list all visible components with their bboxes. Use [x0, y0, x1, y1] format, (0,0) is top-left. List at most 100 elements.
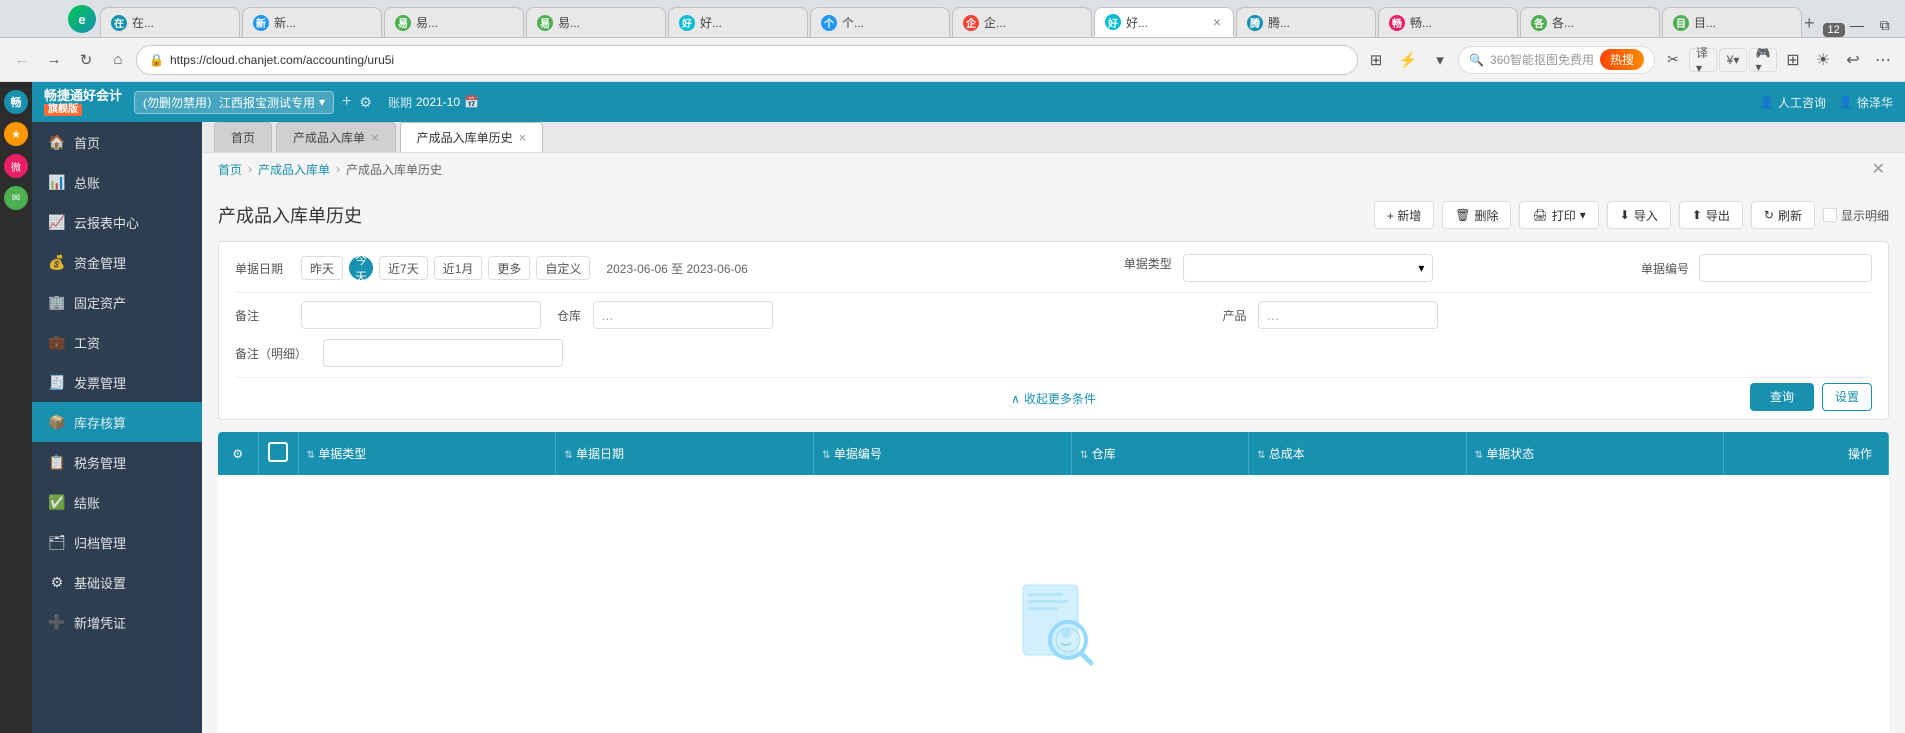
apps-icon[interactable]: ⊞	[1779, 46, 1807, 74]
collapse-btn[interactable]: ∧ 收起更多条件	[1011, 390, 1096, 407]
browser-tab-6[interactable]: 个 个...	[810, 7, 950, 37]
page-tab-inventory-list-close[interactable]: ×	[371, 130, 379, 145]
company-settings-btn[interactable]: ⚙	[359, 94, 372, 111]
browser-tab-1[interactable]: 在 在...	[100, 7, 240, 37]
search-box[interactable]: 🔍 360智能抠图免费用 热搜	[1458, 46, 1655, 74]
user-profile-btn[interactable]: 👤 徐泽华	[1838, 94, 1893, 111]
dropdown-button[interactable]: ▾	[1426, 46, 1454, 74]
sidebar-item-archive[interactable]: 🗂 归档管理	[32, 522, 202, 562]
cost-column-header[interactable]: ⇅ 总成本	[1249, 432, 1466, 475]
browser-tab-12[interactable]: 目 目...	[1662, 7, 1802, 37]
minimize-button[interactable]: —	[1845, 13, 1869, 37]
refresh-btn[interactable]: ↻ 刷新	[1751, 201, 1815, 229]
page-tab-inventory-history-close[interactable]: ×	[519, 130, 527, 145]
app-icon-weibo[interactable]: 微	[4, 154, 28, 178]
type-column-header[interactable]: ⇅ 单据类型	[298, 432, 556, 475]
page-tab-home[interactable]: 首页	[214, 122, 272, 152]
date-column-header[interactable]: ⇅ 单据日期	[556, 432, 814, 475]
import-btn[interactable]: ⬇ 导入	[1607, 201, 1671, 229]
display-checkbox[interactable]	[1823, 208, 1837, 222]
period-calendar-icon[interactable]: 📅	[464, 95, 479, 109]
settings-icon[interactable]: ⋯	[1869, 46, 1897, 74]
sidebar-item-basic-settings[interactable]: ⚙ 基础设置	[32, 562, 202, 602]
number-filter-input[interactable]	[1699, 254, 1872, 282]
sidebar-item-funds[interactable]: 💰 资金管理	[32, 242, 202, 282]
scissors-icon[interactable]: ✂	[1659, 46, 1687, 74]
status-column-header[interactable]: ⇅ 单据状态	[1466, 432, 1724, 475]
product-filter-select[interactable]: ...	[1258, 301, 1438, 329]
sidebar-item-inventory[interactable]: 📦 库存核算	[32, 402, 202, 442]
browser-tab-2[interactable]: 新 新...	[242, 7, 382, 37]
number-filter-area: 单据编号	[1641, 254, 1872, 282]
breadcrumb-home[interactable]: 首页	[218, 161, 242, 178]
number-col-label: 单据编号	[834, 447, 882, 461]
query-btn[interactable]: 查询	[1750, 383, 1814, 411]
customer-service-btn[interactable]: 👤 人工咨询	[1759, 94, 1826, 111]
home-button[interactable]: ⌂	[104, 46, 132, 74]
browser-tab-3[interactable]: 易 易...	[384, 7, 524, 37]
table-container: ⚙ ⇅ 单据类型	[218, 432, 1889, 733]
warehouse-filter-select[interactable]: ...	[593, 301, 773, 329]
company-selector[interactable]: (勿删勿禁用）江西报宝测试专用 ▾	[134, 91, 334, 114]
app-icon-chanjet[interactable]: 畅	[4, 90, 28, 114]
filter-settings-btn[interactable]: 设置	[1822, 383, 1872, 411]
page-tab-inventory-list[interactable]: 产成品入库单 ×	[276, 122, 396, 152]
translate-icon[interactable]: 译▾	[1689, 48, 1717, 72]
back-button[interactable]: ←	[8, 46, 36, 74]
refresh-button[interactable]: ↻	[72, 46, 100, 74]
sidebar-item-reports[interactable]: 📈 云报表中心	[32, 202, 202, 242]
note-filter-input[interactable]	[301, 301, 541, 329]
new-btn[interactable]: + 新增	[1374, 201, 1434, 229]
new-tab-button[interactable]: +	[1804, 9, 1815, 37]
currency-icon[interactable]: ¥▾	[1719, 48, 1747, 72]
grid-button[interactable]: ⊞	[1362, 46, 1390, 74]
game-icon[interactable]: 🎮▾	[1749, 48, 1777, 72]
address-bar-input[interactable]: 🔒 https://cloud.chanjet.com/accounting/u…	[136, 45, 1358, 75]
sidebar-item-payroll[interactable]: 💼 工资	[32, 322, 202, 362]
restore-button[interactable]: ⧉	[1873, 13, 1897, 37]
tab-8-close-btn[interactable]: ×	[1211, 12, 1223, 32]
breadcrumb-list[interactable]: 产成品入库单	[258, 161, 330, 178]
page-close-btn[interactable]: ✕	[1872, 159, 1885, 179]
sidebar-item-fixed-assets[interactable]: 🏢 固定资产	[32, 282, 202, 322]
lightning-button[interactable]: ⚡	[1394, 46, 1422, 74]
app-icon-star[interactable]: ★	[4, 122, 28, 146]
close-window-button[interactable]: ✕	[1901, 13, 1905, 37]
print-btn[interactable]: 🖨 打印 ▾	[1519, 201, 1598, 229]
browser-tab-9[interactable]: 腾 腾...	[1236, 7, 1376, 37]
browser-tab-4[interactable]: 易 易...	[526, 7, 666, 37]
page-tab-inventory-history[interactable]: 产成品入库单历史 ×	[400, 122, 544, 152]
sidebar-item-settlement[interactable]: ✅ 结账	[32, 482, 202, 522]
warehouse-column-header[interactable]: ⇅ 仓库	[1071, 432, 1248, 475]
number-column-header[interactable]: ⇅ 单据编号	[814, 432, 1072, 475]
sidebar-item-new-voucher[interactable]: ➕ 新增凭证	[32, 602, 202, 642]
app-icon-mail[interactable]: ✉	[4, 186, 28, 210]
sidebar-item-tax[interactable]: 📋 税务管理	[32, 442, 202, 482]
export-btn[interactable]: ⬆ 导出	[1679, 201, 1743, 229]
browser-tab-5[interactable]: 好 好...	[668, 7, 808, 37]
browser-tab-7[interactable]: 企 企...	[952, 7, 1092, 37]
sidebar-item-ledger[interactable]: 📊 总账	[32, 162, 202, 202]
date-custom-btn[interactable]: 自定义	[536, 256, 590, 280]
checkbox-column-header[interactable]	[258, 432, 298, 475]
sidebar-item-invoice[interactable]: 🧾 发票管理	[32, 362, 202, 402]
date-today-btn[interactable]: 今天	[349, 256, 373, 280]
browser-tab-8[interactable]: 好 好... ×	[1094, 7, 1234, 37]
sidebar-item-home[interactable]: 🏠 首页	[32, 122, 202, 162]
tab-2-label: 新...	[274, 14, 296, 31]
gear-column-header[interactable]: ⚙	[218, 432, 258, 475]
delete-btn[interactable]: 🗑 删除	[1442, 201, 1511, 229]
browser-tab-10[interactable]: 畅 畅...	[1378, 7, 1518, 37]
forward-button[interactable]: →	[40, 46, 68, 74]
date-more-btn[interactable]: 更多	[488, 256, 530, 280]
type-filter-select[interactable]: ▾	[1183, 254, 1433, 282]
history-icon[interactable]: ↩	[1839, 46, 1867, 74]
date-yesterday-btn[interactable]: 昨天	[301, 256, 343, 280]
add-company-btn[interactable]: +	[342, 93, 351, 111]
browser-tab-11[interactable]: 各 各...	[1520, 7, 1660, 37]
date-1month-btn[interactable]: 近1月	[434, 256, 483, 280]
appearance-icon[interactable]: ☀	[1809, 46, 1837, 74]
date-7days-btn[interactable]: 近7天	[379, 256, 428, 280]
select-all-checkbox[interactable]	[268, 442, 288, 462]
detail-note-input[interactable]	[323, 339, 563, 367]
